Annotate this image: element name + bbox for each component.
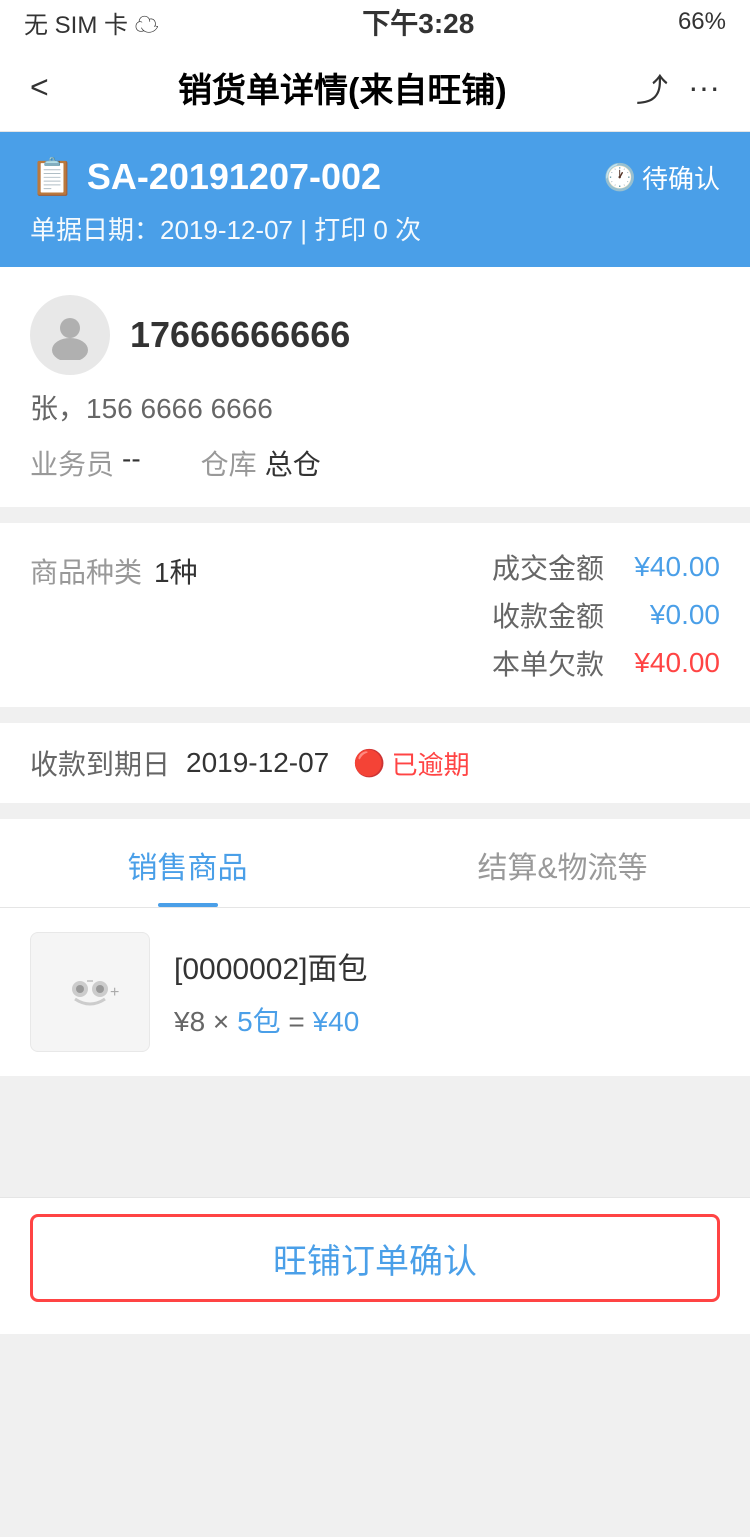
product-price: ¥8 × 5包 = ¥40 xyxy=(174,1000,720,1040)
clock-icon: 🕐 xyxy=(604,162,636,193)
overdue-text: 已逾期 xyxy=(392,745,470,782)
salesperson-label: 业务员 xyxy=(30,443,114,483)
product-name: [0000002]面包 xyxy=(174,944,720,988)
order-id: 📋 SA-20191207-002 xyxy=(30,156,381,198)
product-count: 商品种类 1种 xyxy=(30,547,198,591)
warehouse-label: 仓库 xyxy=(201,443,257,483)
share-icon[interactable]: ⤴ xyxy=(636,65,668,111)
price-qty: 5包 xyxy=(237,1006,281,1037)
svg-text:+: + xyxy=(110,984,119,1001)
warehouse-meta: 仓库 总仓 xyxy=(201,443,321,483)
customer-section: 17666666666 张，156 6666 6666 业务员 -- 仓库 总仓 xyxy=(0,267,750,523)
customer-name: 张，156 6666 6666 xyxy=(30,387,720,427)
warehouse-value: 总仓 xyxy=(265,443,321,483)
tabs: 销售商品 结算&物流等 xyxy=(0,819,750,908)
owe-value: ¥40.00 xyxy=(620,647,720,679)
due-section: 收款到期日 2019-12-07 🔴 已逾期 xyxy=(0,723,750,819)
tab-settlement[interactable]: 结算&物流等 xyxy=(375,819,750,907)
amount-section: 商品种类 1种 成交金额 ¥40.00 收款金额 ¥0.00 本单欠款 ¥40.… xyxy=(0,523,750,723)
customer-phone: 17666666666 xyxy=(130,314,350,356)
payment-value: ¥0.00 xyxy=(620,599,720,631)
order-status-text: 待确认 xyxy=(642,159,720,196)
status-left: 无 SIM 卡 ☁ xyxy=(24,5,159,40)
status-time: 下午3:28 xyxy=(362,2,474,42)
order-header: 📋 SA-20191207-002 🕐 待确认 单据日期：2019-12-07 … xyxy=(0,132,750,267)
customer-meta: 业务员 -- 仓库 总仓 xyxy=(30,443,720,483)
salesperson-value: -- xyxy=(122,443,141,483)
confirm-order-button[interactable]: 旺铺订单确认 xyxy=(30,1214,720,1302)
product-type-value: 1种 xyxy=(154,551,198,591)
product-info: [0000002]面包 ¥8 × 5包 = ¥40 xyxy=(174,944,720,1040)
overdue-badge: 🔴 已逾期 xyxy=(353,745,469,782)
product-item: + [0000002]面包 ¥8 × 5包 = ¥40 xyxy=(0,908,750,1077)
deal-amount-row: 成交金额 ¥40.00 xyxy=(492,547,720,587)
battery-status: 66% xyxy=(678,8,726,36)
back-button[interactable]: < xyxy=(30,69,49,106)
deal-label: 成交金额 xyxy=(492,547,604,587)
order-icon: 📋 xyxy=(30,156,75,198)
avatar xyxy=(30,295,110,375)
order-status: 🕐 待确认 xyxy=(604,159,720,196)
product-thumbnail: + xyxy=(30,932,150,1052)
product-type-label: 商品种类 xyxy=(30,551,142,591)
owe-amount-row: 本单欠款 ¥40.00 xyxy=(492,643,720,683)
status-bar: 无 SIM 卡 ☁ 下午3:28 66% xyxy=(0,0,750,44)
nav-title: 销货单详情(来自旺铺) xyxy=(178,63,507,112)
owe-label: 本单欠款 xyxy=(492,643,604,683)
amounts-block: 成交金额 ¥40.00 收款金额 ¥0.00 本单欠款 ¥40.00 xyxy=(492,547,720,683)
nav-left: < xyxy=(30,69,49,106)
sim-status: 无 SIM 卡 ☁ xyxy=(24,5,159,40)
product-list: + [0000002]面包 ¥8 × 5包 = ¥40 xyxy=(0,908,750,1077)
payment-label: 收款金额 xyxy=(492,595,604,635)
warning-icon: 🔴 xyxy=(353,748,385,779)
due-label: 收款到期日 xyxy=(30,743,170,783)
nav-bar: < 销货单详情(来自旺铺) ⤴ ··· xyxy=(0,44,750,132)
salesperson-meta: 业务员 -- xyxy=(30,443,141,483)
order-id-row: 📋 SA-20191207-002 🕐 待确认 xyxy=(30,156,720,198)
price-total: ¥40 xyxy=(313,1006,360,1037)
deal-value: ¥40.00 xyxy=(620,551,720,583)
customer-row: 17666666666 xyxy=(30,295,720,375)
tab-sales-products[interactable]: 销售商品 xyxy=(0,819,375,907)
payment-amount-row: 收款金额 ¥0.00 xyxy=(492,595,720,635)
due-date: 2019-12-07 xyxy=(186,747,329,779)
more-icon[interactable]: ··· xyxy=(688,69,720,106)
order-id-text: SA-20191207-002 xyxy=(87,156,381,198)
status-right: 66% xyxy=(678,8,726,36)
order-date: 单据日期：2019-12-07 | 打印 0 次 xyxy=(30,210,720,247)
bottom-bar: 旺铺订单确认 xyxy=(0,1197,750,1334)
nav-right: ⤴ ··· xyxy=(636,65,720,111)
